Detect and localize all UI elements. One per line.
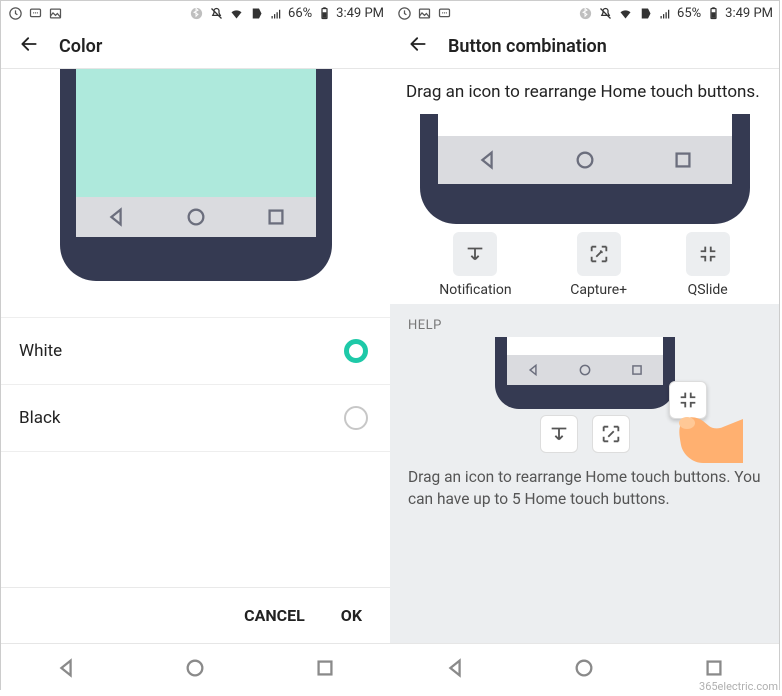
extra-notification[interactable]: Notification (439, 232, 511, 298)
sys-home-icon[interactable] (573, 657, 595, 679)
preview-phone (1, 69, 390, 318)
sys-home-icon[interactable] (184, 657, 206, 679)
recent-square-icon (626, 359, 648, 381)
help-heading: HELP (408, 318, 761, 333)
battery-percent: 65% (677, 6, 701, 21)
page-title: Button combination (448, 36, 607, 57)
sys-back-icon[interactable] (55, 657, 77, 679)
home-circle-icon (185, 206, 207, 228)
back-triangle-icon[interactable] (476, 149, 498, 171)
image-icon (47, 5, 63, 21)
wifi-icon (617, 5, 633, 21)
battery-percent: 66% (288, 6, 312, 21)
recent-square-icon (265, 206, 287, 228)
image-icon (416, 5, 432, 21)
notification-icon (540, 415, 578, 453)
extra-capture[interactable]: Capture+ (570, 232, 627, 298)
data-icon (637, 5, 653, 21)
chat-icon (436, 5, 452, 21)
status-bar: 65% 3:49 PM (390, 1, 779, 25)
header-bar: Color (1, 25, 390, 69)
recent-square-icon[interactable] (672, 149, 694, 171)
ok-button[interactable]: OK (341, 606, 362, 625)
status-time: 3:49 PM (725, 6, 773, 21)
signal-icon (657, 5, 673, 21)
status-bar: 66% 3:49 PM (1, 1, 390, 25)
preview-navbar (76, 197, 316, 237)
extra-label: QSlide (688, 282, 728, 298)
preview-phone (390, 114, 779, 224)
system-navbar (1, 643, 390, 691)
radio-checked-icon[interactable] (344, 339, 368, 363)
option-label: White (19, 341, 62, 361)
back-triangle-icon (522, 359, 544, 381)
help-illustration (475, 337, 695, 453)
instruction-text: Drag an icon to rearrange Home touch but… (390, 69, 779, 114)
wifi-icon (228, 5, 244, 21)
home-circle-icon[interactable] (574, 149, 596, 171)
extra-label: Capture+ (570, 282, 627, 298)
bluetooth-icon (188, 5, 204, 21)
header-bar: Button combination (390, 25, 779, 69)
status-time: 3:49 PM (336, 6, 384, 21)
cancel-button[interactable]: CANCEL (244, 606, 305, 625)
data-icon (248, 5, 264, 21)
clock-icon (7, 5, 23, 21)
radio-unchecked-icon[interactable] (344, 406, 368, 430)
qslide-icon (686, 232, 730, 276)
watermark-text: 365electric.com (699, 680, 778, 693)
bluetooth-icon (577, 5, 593, 21)
home-circle-icon (574, 359, 596, 381)
back-arrow-icon[interactable] (408, 34, 428, 59)
help-section: HELP (390, 304, 779, 643)
battery-icon (705, 5, 721, 21)
mute-icon (597, 5, 613, 21)
sys-recent-icon[interactable] (703, 657, 725, 679)
back-triangle-icon (105, 206, 127, 228)
help-text: Drag an icon to rearrange Home touch but… (408, 467, 761, 510)
mute-icon (208, 5, 224, 21)
option-black[interactable]: Black (1, 384, 390, 452)
extras-row: Notification Capture+ QSlide (390, 232, 779, 304)
clock-icon (396, 5, 412, 21)
option-label: Black (19, 408, 61, 428)
sys-recent-icon[interactable] (314, 657, 336, 679)
page-title: Color (59, 36, 102, 57)
capture-plus-icon (577, 232, 621, 276)
signal-icon (268, 5, 284, 21)
notification-icon (453, 232, 497, 276)
capture-plus-icon (592, 415, 630, 453)
pointing-hand-icon (675, 403, 743, 463)
extra-label: Notification (439, 282, 511, 298)
button-combination-screen: 65% 3:49 PM Button combination Drag an i… (390, 1, 779, 691)
option-white[interactable]: White (1, 317, 390, 385)
battery-icon (316, 5, 332, 21)
preview-navbar[interactable] (438, 136, 732, 184)
extra-qslide[interactable]: QSlide (686, 232, 730, 298)
back-arrow-icon[interactable] (19, 34, 39, 59)
color-settings-screen: 66% 3:49 PM Color (1, 1, 390, 691)
sys-back-icon[interactable] (444, 657, 466, 679)
chat-icon (27, 5, 43, 21)
dialog-buttons: CANCEL OK (1, 587, 390, 643)
